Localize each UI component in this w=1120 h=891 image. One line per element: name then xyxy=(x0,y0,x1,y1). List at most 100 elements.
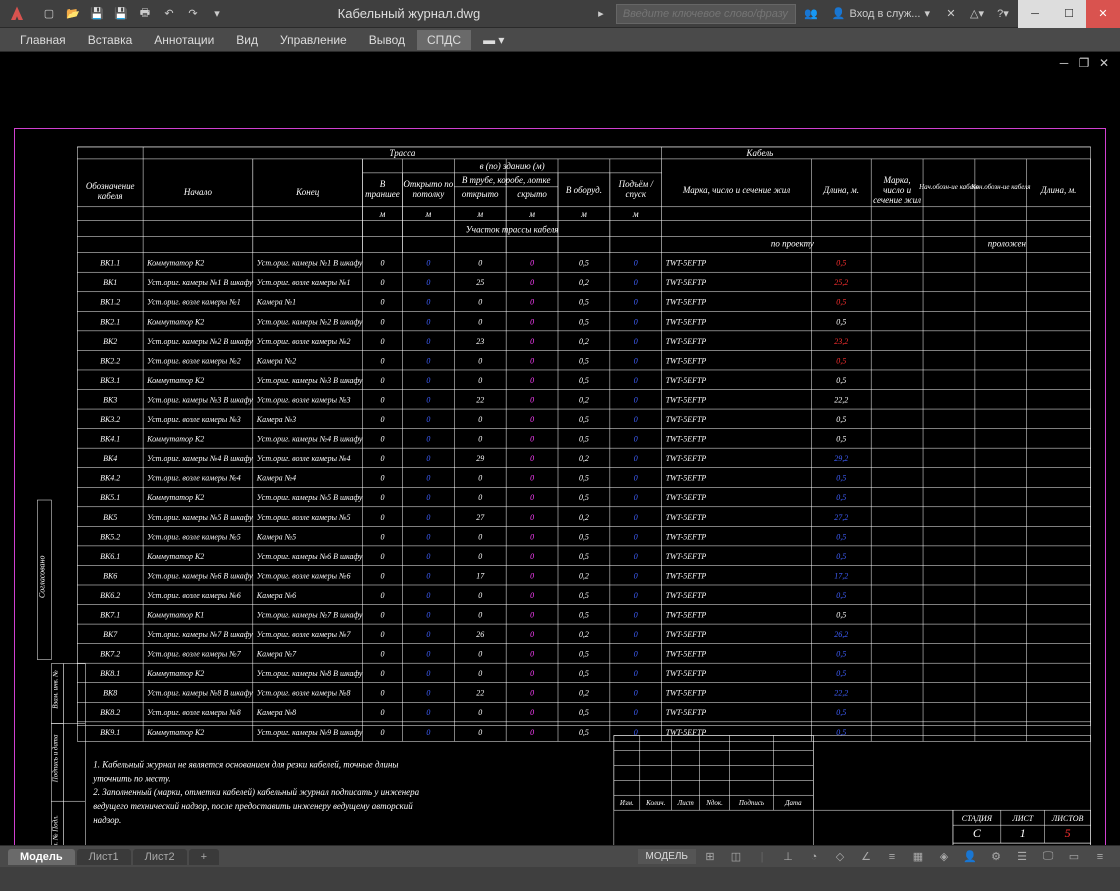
saveas-icon[interactable]: 💾 xyxy=(110,3,132,25)
minimize-icon[interactable]: ─ xyxy=(1018,0,1052,28)
svg-text:ВК1.1: ВК1.1 xyxy=(100,259,120,268)
menu-Вывод[interactable]: Вывод xyxy=(359,30,415,50)
svg-text:ВК4.1: ВК4.1 xyxy=(100,435,120,444)
svg-text:0: 0 xyxy=(380,454,384,463)
save-icon[interactable]: 💾 xyxy=(86,3,108,25)
svg-text:Коммутатор К2: Коммутатор К2 xyxy=(146,493,204,502)
tab-Лист1[interactable]: Лист1 xyxy=(77,849,131,865)
osnap-icon[interactable]: ◇ xyxy=(828,847,852,867)
svg-text:22,2: 22,2 xyxy=(834,689,848,698)
search-input[interactable] xyxy=(616,4,796,24)
svg-text:0: 0 xyxy=(530,474,534,483)
svg-text:Уст.ориг. камеры №1 В шкафу: Уст.ориг. камеры №1 В шкафу xyxy=(147,278,253,287)
svg-text:TWT-5EFTP: TWT-5EFTP xyxy=(666,278,707,287)
menu-Вид[interactable]: Вид xyxy=(226,30,268,50)
new-icon[interactable]: ▢ xyxy=(38,3,60,25)
svg-text:0: 0 xyxy=(634,298,638,307)
model-space-button[interactable]: МОДЕЛЬ xyxy=(638,849,696,864)
svg-text:0: 0 xyxy=(478,435,482,444)
search-play-icon[interactable]: ▸ xyxy=(590,3,612,25)
svg-text:TWT-5EFTP: TWT-5EFTP xyxy=(666,591,707,600)
mdi-minimize-icon[interactable]: ─ xyxy=(1056,56,1072,70)
svg-text:ВК2: ВК2 xyxy=(103,337,117,346)
svg-text:0: 0 xyxy=(530,493,534,502)
workspace-icon[interactable]: ☰ xyxy=(1010,847,1034,867)
svg-text:ВК6: ВК6 xyxy=(103,571,117,580)
mdi-restore-icon[interactable]: ❐ xyxy=(1076,56,1092,70)
svg-text:0: 0 xyxy=(478,317,482,326)
cloud-icon[interactable]: △▾ xyxy=(966,3,988,25)
svg-text:Уст.ориг. возле камеры №7: Уст.ориг. возле камеры №7 xyxy=(147,650,242,659)
open-icon[interactable]: 📂 xyxy=(62,3,84,25)
grid-icon[interactable]: ⊞ xyxy=(698,847,722,867)
app-logo[interactable] xyxy=(0,0,34,28)
maximize-icon[interactable]: ☐ xyxy=(1052,0,1086,28)
menu-Главная[interactable]: Главная xyxy=(10,30,76,50)
undo-icon[interactable]: ↶ xyxy=(158,3,180,25)
svg-text:0,5: 0,5 xyxy=(579,415,589,424)
svg-text:траншее: траншее xyxy=(365,189,400,199)
ribbon-min-icon[interactable]: ▬ ▾ xyxy=(473,30,514,50)
tab-Лист2[interactable]: Лист2 xyxy=(133,849,187,865)
svg-text:0,5: 0,5 xyxy=(836,415,846,424)
svg-text:0,5: 0,5 xyxy=(836,474,846,483)
menu-СПДС[interactable]: СПДС xyxy=(417,30,471,50)
svg-text:Уст.ориг. возле камеры №6: Уст.ориг. возле камеры №6 xyxy=(147,591,241,600)
svg-text:0: 0 xyxy=(380,591,384,600)
help-icon[interactable]: ?▾ xyxy=(992,3,1014,25)
svg-text:TWT-5EFTP: TWT-5EFTP xyxy=(666,395,707,404)
monitor-icon[interactable]: 🖵 xyxy=(1036,847,1060,867)
svg-text:0: 0 xyxy=(478,298,482,307)
svg-text:0: 0 xyxy=(426,454,430,463)
qat-dropdown-icon[interactable]: ▾ xyxy=(206,3,228,25)
plot-icon[interactable]: 🖶 xyxy=(134,3,156,25)
svg-text:0: 0 xyxy=(426,435,430,444)
polar-icon[interactable]: ◔ xyxy=(802,847,826,867)
drawing-canvas[interactable]: ─ ❐ ✕ ТрассаКабельОбозначениекабеляНачал… xyxy=(0,52,1120,845)
svg-text:ВК5.2: ВК5.2 xyxy=(100,532,120,541)
cycling-icon[interactable]: ◈ xyxy=(932,847,956,867)
redo-icon[interactable]: ↷ xyxy=(182,3,204,25)
annoscale-icon[interactable]: 👤 xyxy=(958,847,982,867)
svg-text:0: 0 xyxy=(478,708,482,717)
svg-text:TWT-5EFTP: TWT-5EFTP xyxy=(666,669,707,678)
login-button[interactable]: 👤Вход в служ...▾ xyxy=(826,3,936,25)
svg-text:В: В xyxy=(380,179,386,189)
svg-text:0: 0 xyxy=(478,493,482,502)
otrack-icon[interactable]: ∠ xyxy=(854,847,878,867)
svg-text:0: 0 xyxy=(530,395,534,404)
tab-Модель[interactable]: Модель xyxy=(8,849,75,865)
svg-text:ВК8.2: ВК8.2 xyxy=(100,708,120,717)
customize-icon[interactable]: ≡ xyxy=(1088,847,1112,867)
svg-text:1: 1 xyxy=(1020,826,1026,840)
svg-text:м: м xyxy=(424,209,431,219)
exchange-icon[interactable]: ✕ xyxy=(940,3,962,25)
svg-text:0: 0 xyxy=(634,435,638,444)
svg-text:0: 0 xyxy=(530,571,534,580)
search-icon[interactable]: 👥 xyxy=(800,3,822,25)
svg-text:5: 5 xyxy=(1065,826,1071,840)
svg-text:число и: число и xyxy=(883,185,911,195)
svg-text:0,5: 0,5 xyxy=(836,435,846,444)
svg-text:0,5: 0,5 xyxy=(579,298,589,307)
menu-Вставка[interactable]: Вставка xyxy=(78,30,143,50)
svg-text:0: 0 xyxy=(380,708,384,717)
add-tab-button[interactable]: + xyxy=(189,849,219,865)
svg-text:0: 0 xyxy=(634,415,638,424)
gear-icon[interactable]: ⚙ xyxy=(984,847,1008,867)
svg-text:Открыто по: Открыто по xyxy=(403,179,453,189)
svg-text:0: 0 xyxy=(530,259,534,268)
svg-text:0: 0 xyxy=(530,630,534,639)
snap-icon[interactable]: ◫ xyxy=(724,847,748,867)
clean-icon[interactable]: ▭ xyxy=(1062,847,1086,867)
svg-text:0,2: 0,2 xyxy=(579,513,589,522)
menu-Управление[interactable]: Управление xyxy=(270,30,357,50)
mdi-close-icon[interactable]: ✕ xyxy=(1096,56,1112,70)
transparency-icon[interactable]: ▦ xyxy=(906,847,930,867)
menu-Аннотации[interactable]: Аннотации xyxy=(144,30,224,50)
svg-text:0: 0 xyxy=(426,650,430,659)
lineweight-icon[interactable]: ≡ xyxy=(880,847,904,867)
svg-text:0: 0 xyxy=(530,435,534,444)
close-icon[interactable]: ✕ xyxy=(1086,0,1120,28)
ortho-icon[interactable]: ⊥ xyxy=(776,847,800,867)
